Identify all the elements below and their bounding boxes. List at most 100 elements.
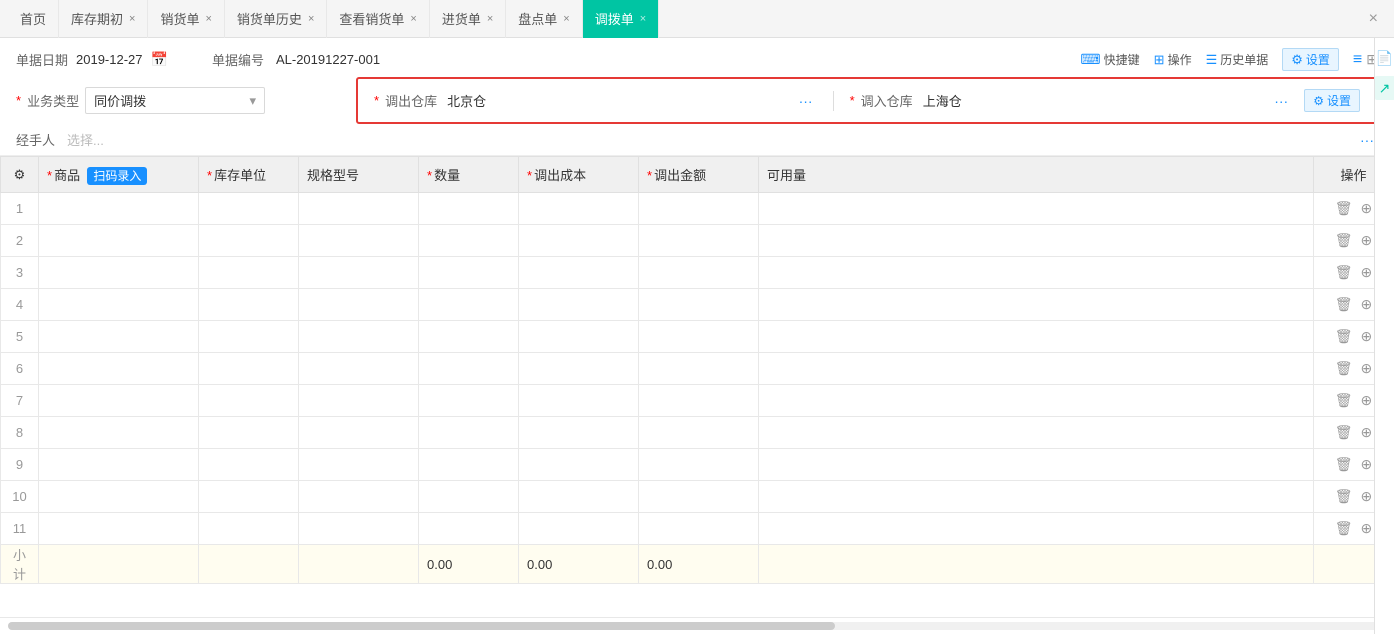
date-value[interactable]: 2019-12-27 (76, 52, 143, 67)
tab-view-sales[interactable]: 查看销货单 × (327, 0, 429, 38)
cell-amount[interactable] (639, 385, 759, 417)
tab-stocktake[interactable]: 盘点单 × (506, 0, 582, 38)
cell-unit[interactable] (199, 225, 299, 257)
cell-amount[interactable] (639, 289, 759, 321)
person-select[interactable]: 选择... (67, 130, 104, 149)
tab-transfer-close[interactable]: × (640, 13, 646, 25)
cell-qty[interactable] (419, 257, 519, 289)
cell-cost[interactable] (519, 225, 639, 257)
cell-spec[interactable] (299, 417, 419, 449)
cell-cost[interactable] (519, 449, 639, 481)
gear-icon[interactable]: ⚙ (14, 167, 26, 182)
shortcut-button[interactable]: ⌨ 快捷键 (1080, 51, 1139, 68)
tab-transfer[interactable]: 调拨单 × (583, 0, 659, 38)
cell-qty[interactable] (419, 289, 519, 321)
delete-icon[interactable]: 🗑 (1335, 328, 1353, 345)
copy-icon[interactable]: ⊕ (1361, 296, 1373, 313)
cell-spec[interactable] (299, 513, 419, 545)
cell-qty[interactable] (419, 353, 519, 385)
cell-qty[interactable] (419, 449, 519, 481)
tab-inventory-init[interactable]: 库存期初 × (59, 0, 148, 38)
panel-doc-icon[interactable]: 📄 (1375, 46, 1394, 70)
cell-amount[interactable] (639, 417, 759, 449)
cell-cost[interactable] (519, 353, 639, 385)
copy-icon[interactable]: ⊕ (1361, 264, 1373, 281)
cell-available[interactable] (759, 385, 1314, 417)
cell-product[interactable] (39, 225, 199, 257)
cell-qty[interactable] (419, 385, 519, 417)
cell-unit[interactable] (199, 513, 299, 545)
cell-product[interactable] (39, 385, 199, 417)
cell-spec[interactable] (299, 289, 419, 321)
layout-list-icon[interactable]: ≡ (1353, 51, 1362, 69)
cell-unit[interactable] (199, 353, 299, 385)
cell-amount[interactable] (639, 513, 759, 545)
cell-available[interactable] (759, 353, 1314, 385)
cell-cost[interactable] (519, 321, 639, 353)
tab-purchase[interactable]: 进货单 × (430, 0, 506, 38)
delete-icon[interactable]: 🗑 (1335, 456, 1353, 473)
cell-spec[interactable] (299, 193, 419, 225)
cell-product[interactable] (39, 513, 199, 545)
cell-qty[interactable] (419, 225, 519, 257)
delete-icon[interactable]: 🗑 (1335, 520, 1353, 537)
window-close-button[interactable]: × (1361, 10, 1386, 28)
operate-button[interactable]: ⊞ 操作 (1154, 51, 1192, 68)
cell-spec[interactable] (299, 225, 419, 257)
cell-unit[interactable] (199, 385, 299, 417)
cell-qty[interactable] (419, 193, 519, 225)
cell-product[interactable] (39, 193, 199, 225)
cell-unit[interactable] (199, 289, 299, 321)
cell-available[interactable] (759, 417, 1314, 449)
cell-amount[interactable] (639, 257, 759, 289)
cell-available[interactable] (759, 193, 1314, 225)
cell-amount[interactable] (639, 193, 759, 225)
panel-export-icon[interactable]: ↗ (1375, 76, 1394, 100)
history-button[interactable]: ☰ 历史单据 (1206, 51, 1269, 68)
cell-spec[interactable] (299, 257, 419, 289)
calendar-icon[interactable]: 📅 (151, 51, 168, 68)
cell-spec[interactable] (299, 321, 419, 353)
delete-icon[interactable]: 🗑 (1335, 488, 1353, 505)
table-container[interactable]: ⚙ *商品 扫码录入 *库存单位 规格型号 *数量 (0, 156, 1394, 617)
tab-view-sales-close[interactable]: × (410, 13, 416, 25)
cell-amount[interactable] (639, 321, 759, 353)
scrollbar-thumb[interactable] (8, 622, 835, 630)
cell-amount[interactable] (639, 353, 759, 385)
cell-available[interactable] (759, 321, 1314, 353)
cell-cost[interactable] (519, 257, 639, 289)
scrollbar-track[interactable] (8, 622, 1386, 630)
copy-icon[interactable]: ⊕ (1361, 392, 1373, 409)
col-gear[interactable]: ⚙ (1, 157, 39, 193)
cell-cost[interactable] (519, 289, 639, 321)
delete-icon[interactable]: 🗑 (1335, 424, 1353, 441)
cell-cost[interactable] (519, 513, 639, 545)
cell-product[interactable] (39, 257, 199, 289)
cell-qty[interactable] (419, 481, 519, 513)
delete-icon[interactable]: 🗑 (1335, 360, 1353, 377)
delete-icon[interactable]: 🗑 (1335, 392, 1353, 409)
delete-icon[interactable]: 🗑 (1335, 232, 1353, 249)
tab-stocktake-close[interactable]: × (563, 13, 569, 25)
cell-available[interactable] (759, 513, 1314, 545)
tab-inventory-init-close[interactable]: × (129, 13, 135, 25)
cell-cost[interactable] (519, 385, 639, 417)
cell-cost[interactable] (519, 417, 639, 449)
cell-available[interactable] (759, 481, 1314, 513)
cell-product[interactable] (39, 449, 199, 481)
biz-select[interactable]: 同价调拨 ▾ (85, 87, 265, 114)
cell-unit[interactable] (199, 321, 299, 353)
cell-available[interactable] (759, 225, 1314, 257)
scan-button[interactable]: 扫码录入 (87, 167, 147, 185)
cell-qty[interactable] (419, 417, 519, 449)
bottom-scrollbar[interactable] (0, 617, 1394, 634)
cell-qty[interactable] (419, 321, 519, 353)
cell-available[interactable] (759, 289, 1314, 321)
copy-icon[interactable]: ⊕ (1361, 520, 1373, 537)
cell-cost[interactable] (519, 193, 639, 225)
copy-icon[interactable]: ⊕ (1361, 232, 1373, 249)
cell-product[interactable] (39, 321, 199, 353)
cell-unit[interactable] (199, 257, 299, 289)
tab-sales-history[interactable]: 销货单历史 × (225, 0, 327, 38)
cell-product[interactable] (39, 353, 199, 385)
